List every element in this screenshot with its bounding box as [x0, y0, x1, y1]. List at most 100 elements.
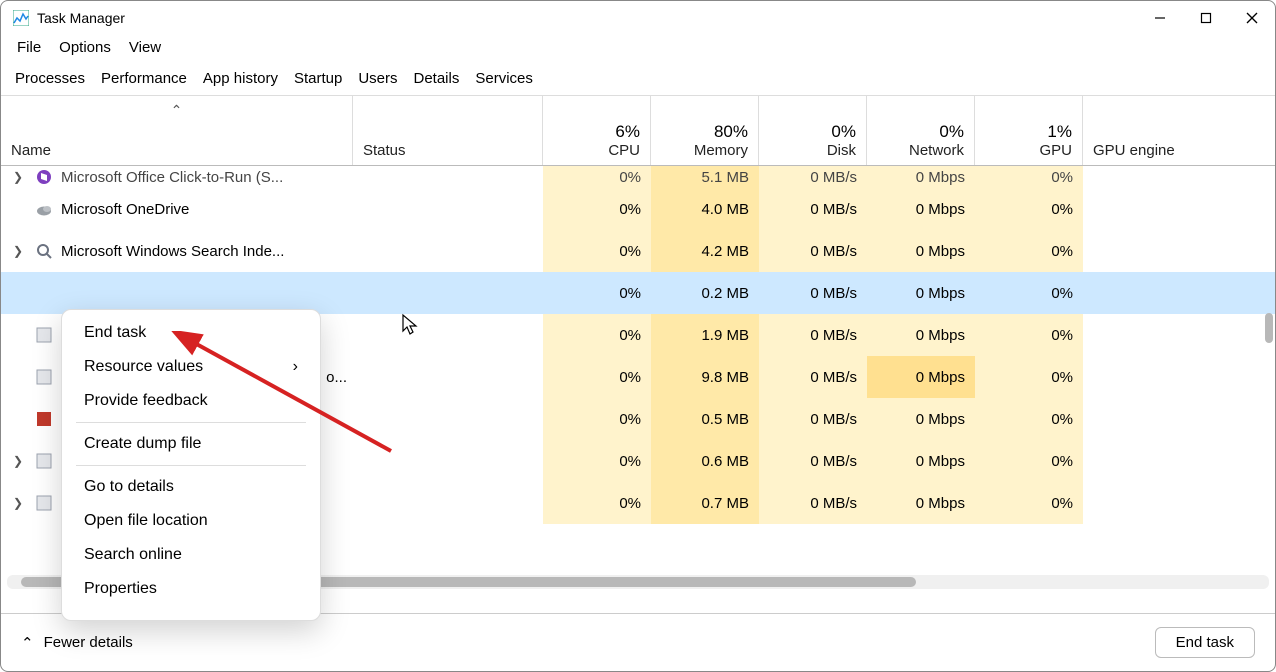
menu-item-label: Open file location [84, 512, 208, 530]
fewer-details-link[interactable]: Fewer details [44, 634, 133, 651]
table-row[interactable]: Microsoft OneDrive0%4.0 MB0 MB/s0 Mbps0% [1, 188, 1275, 230]
process-icon [35, 326, 53, 344]
cell-status [353, 166, 543, 188]
menu-item-label: Go to details [84, 478, 174, 496]
window-controls [1137, 1, 1275, 35]
close-button[interactable] [1229, 1, 1275, 35]
cell-gpu: 0% [975, 398, 1083, 440]
maximize-button[interactable] [1183, 1, 1229, 35]
menu-item[interactable]: Go to details [62, 470, 320, 504]
menu-item[interactable]: End task [62, 316, 320, 350]
cell-gpu: 0% [975, 314, 1083, 356]
menu-item-label: End task [84, 324, 146, 342]
cell-disk: 0 MB/s [759, 482, 867, 524]
cell-status [353, 272, 543, 314]
window-title: Task Manager [37, 10, 125, 26]
cell-gpu-engine [1083, 356, 1275, 398]
cell-disk: 0 MB/s [759, 272, 867, 314]
cell-gpu-engine [1083, 398, 1275, 440]
cell-gpu: 0% [975, 356, 1083, 398]
cell-disk: 0 MB/s [759, 230, 867, 272]
app-icon [13, 10, 29, 26]
end-task-button[interactable]: End task [1155, 627, 1255, 658]
menu-item[interactable]: Open file location [62, 504, 320, 538]
titlebar: Task Manager [1, 1, 1275, 35]
cell-memory: 5.1 MB [651, 166, 759, 188]
process-name: Microsoft Windows Search Inde... [61, 243, 284, 260]
cell-cpu: 0% [543, 356, 651, 398]
cell-status [353, 398, 543, 440]
header-name[interactable]: ⌃ Name [1, 96, 353, 165]
cell-gpu-engine [1083, 166, 1275, 188]
cell-disk: 0 MB/s [759, 440, 867, 482]
tab-users[interactable]: Users [352, 64, 403, 95]
chevron-up-icon[interactable]: ⌃ [21, 634, 34, 652]
process-icon [35, 368, 53, 386]
expand-icon[interactable]: ❯ [13, 454, 27, 468]
menu-item[interactable]: Properties [62, 572, 320, 606]
cell-gpu-engine [1083, 230, 1275, 272]
tab-processes[interactable]: Processes [9, 64, 91, 95]
cell-status [353, 188, 543, 230]
column-headers: ⌃ Name Status 6% CPU 80% Memory 0% Disk … [1, 96, 1275, 166]
expand-icon[interactable]: ❯ [13, 244, 27, 258]
minimize-button[interactable] [1137, 1, 1183, 35]
menubar: File Options View [1, 35, 1275, 64]
tab-bar: Processes Performance App history Startu… [1, 64, 1275, 96]
cell-network: 0 Mbps [867, 482, 975, 524]
table-row[interactable]: ❯Microsoft Office Click-to-Run (S...0%5.… [1, 166, 1275, 188]
cell-memory: 0.7 MB [651, 482, 759, 524]
process-icon [35, 494, 53, 512]
cell-disk: 0 MB/s [759, 166, 867, 188]
tab-services[interactable]: Services [469, 64, 539, 95]
menu-item[interactable]: Search online [62, 538, 320, 572]
header-gpu-engine[interactable]: GPU engine [1083, 96, 1275, 165]
cell-network: 0 Mbps [867, 398, 975, 440]
header-cpu[interactable]: 6% CPU [543, 96, 651, 165]
cell-gpu-engine [1083, 482, 1275, 524]
menu-view[interactable]: View [129, 39, 161, 56]
footer: ⌃ Fewer details End task [1, 613, 1275, 671]
cell-network: 0 Mbps [867, 272, 975, 314]
menu-item[interactable]: Provide feedback [62, 384, 320, 418]
menu-file[interactable]: File [17, 39, 41, 56]
cell-cpu: 0% [543, 188, 651, 230]
tab-details[interactable]: Details [408, 64, 466, 95]
cell-gpu: 0% [975, 440, 1083, 482]
process-name-suffix: o... [326, 369, 353, 386]
header-gpu[interactable]: 1% GPU [975, 96, 1083, 165]
tab-app-history[interactable]: App history [197, 64, 284, 95]
process-name: Microsoft Office Click-to-Run (S... [61, 169, 283, 186]
vertical-scrollbar-thumb[interactable] [1265, 313, 1273, 343]
cell-memory: 4.0 MB [651, 188, 759, 230]
cell-disk: 0 MB/s [759, 398, 867, 440]
cell-network: 0 Mbps [867, 166, 975, 188]
expand-icon[interactable]: ❯ [13, 170, 27, 184]
cell-gpu-engine [1083, 314, 1275, 356]
table-row[interactable]: ❯Microsoft Windows Search Inde...0%4.2 M… [1, 230, 1275, 272]
tab-startup[interactable]: Startup [288, 64, 348, 95]
cell-gpu: 0% [975, 230, 1083, 272]
cell-cpu: 0% [543, 166, 651, 188]
table-row[interactable]: 0%0.2 MB0 MB/s0 Mbps0% [1, 272, 1275, 314]
cell-cpu: 0% [543, 272, 651, 314]
menu-item-label: Provide feedback [84, 392, 208, 410]
cell-status [353, 482, 543, 524]
menu-item[interactable]: Resource values› [62, 350, 320, 384]
header-memory[interactable]: 80% Memory [651, 96, 759, 165]
cell-memory: 0.2 MB [651, 272, 759, 314]
menu-item-label: Properties [84, 580, 157, 598]
cell-gpu: 0% [975, 166, 1083, 188]
tab-performance[interactable]: Performance [95, 64, 193, 95]
header-status[interactable]: Status [353, 96, 543, 165]
expand-icon[interactable]: ❯ [13, 496, 27, 510]
menu-options[interactable]: Options [59, 39, 111, 56]
cell-status [353, 356, 543, 398]
header-network[interactable]: 0% Network [867, 96, 975, 165]
process-icon [35, 168, 53, 186]
header-disk[interactable]: 0% Disk [759, 96, 867, 165]
cell-status [353, 230, 543, 272]
cell-disk: 0 MB/s [759, 188, 867, 230]
menu-separator [76, 422, 306, 423]
menu-item[interactable]: Create dump file [62, 427, 320, 461]
